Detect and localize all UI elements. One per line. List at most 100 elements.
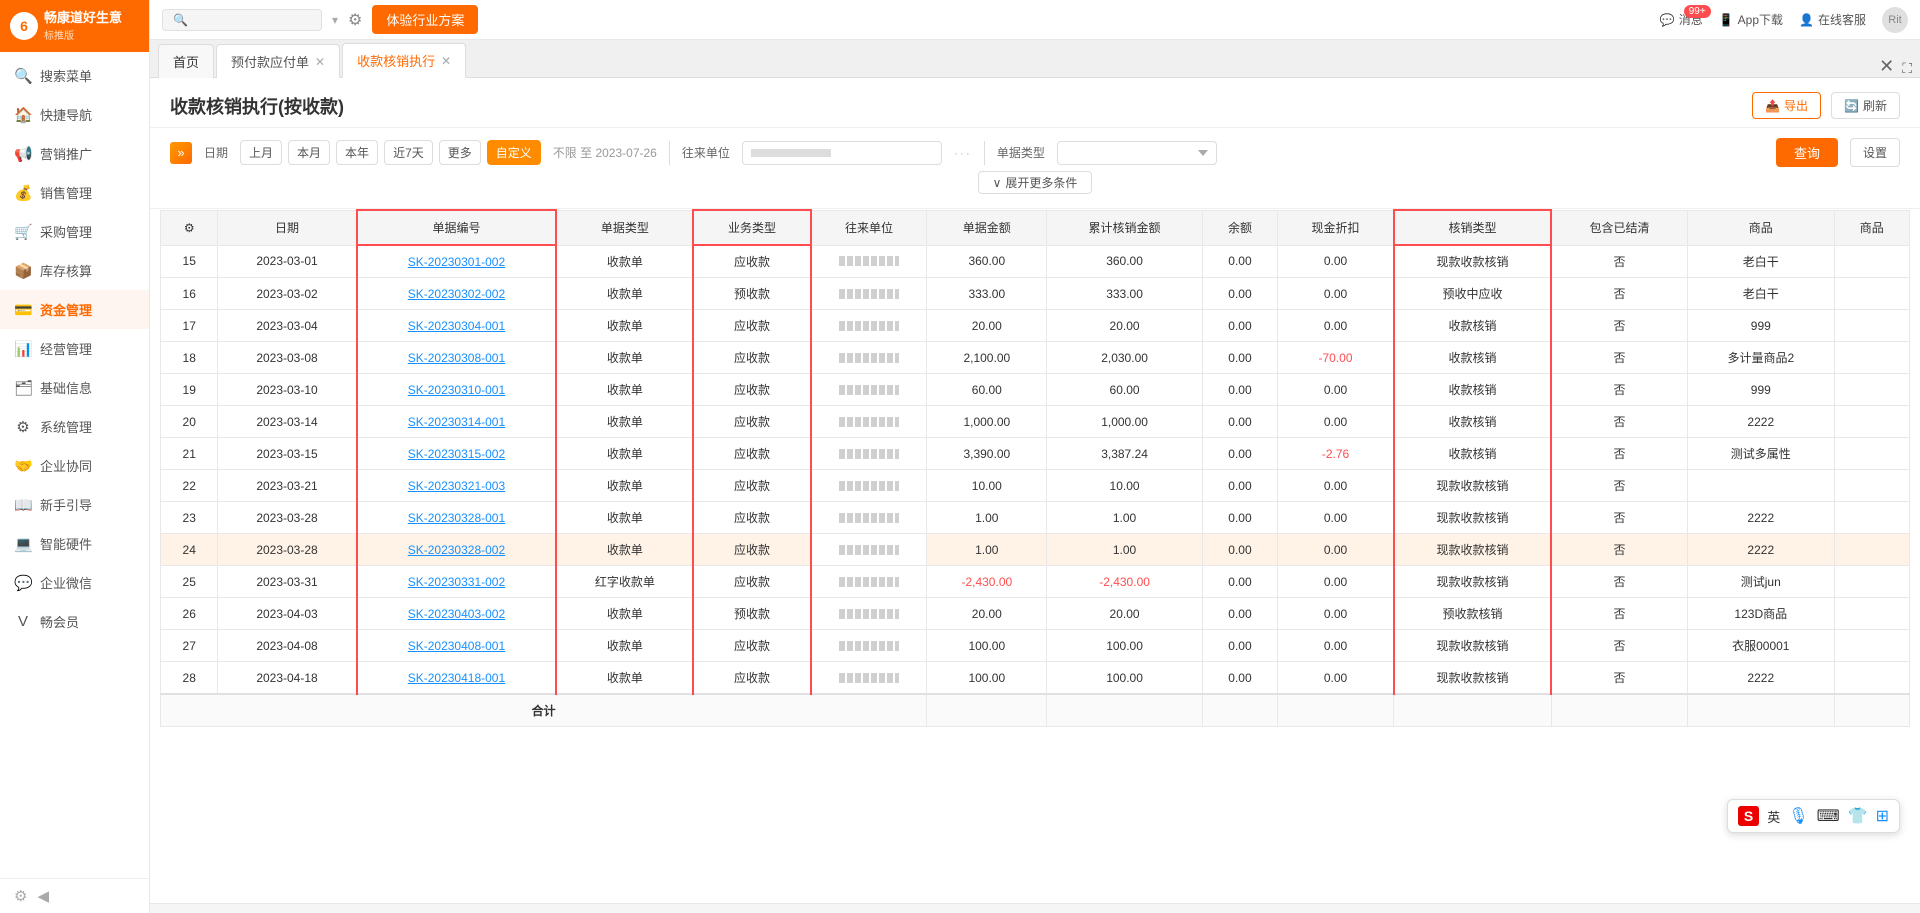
query-button[interactable]: 查询 xyxy=(1776,138,1838,167)
sidebar-item-finance[interactable]: 💳资金管理 xyxy=(0,290,149,329)
cell-voucher-no[interactable]: SK-20230310-001 xyxy=(357,374,557,406)
refresh-button[interactable]: 🔄 刷新 xyxy=(1831,92,1900,119)
sidebar-item-hardware[interactable]: 💻智能硬件 xyxy=(0,524,149,563)
sidebar-item-inventory[interactable]: 📦库存核算 xyxy=(0,251,149,290)
table-horizontal-scrollbar[interactable] xyxy=(150,903,1920,913)
cell-amount: 2,100.00 xyxy=(927,342,1047,374)
cell-voucher-no[interactable]: SK-20230304-001 xyxy=(357,310,557,342)
sidebar-item-system[interactable]: ⚙系统管理 xyxy=(0,407,149,446)
tab-prepay[interactable]: 预付款应付单 ✕ xyxy=(216,44,340,78)
cell-write-off: 2,030.00 xyxy=(1047,342,1203,374)
filter-expand-arrow[interactable]: » xyxy=(170,142,192,164)
date-more[interactable]: 更多 xyxy=(439,140,481,165)
sidebar-item-operation[interactable]: 📊经营管理 xyxy=(0,329,149,368)
voucher-link[interactable]: SK-20230418-001 xyxy=(408,671,505,685)
date-this-year[interactable]: 本年 xyxy=(336,140,378,165)
sidebar-item-cooperation[interactable]: 🤝企业协同 xyxy=(0,446,149,485)
date-custom[interactable]: 自定义 xyxy=(487,140,541,165)
voucher-link[interactable]: SK-20230314-001 xyxy=(408,415,505,429)
cell-voucher-no[interactable]: SK-20230328-002 xyxy=(357,534,557,566)
sidebar-item-marketing[interactable]: 📢营销推广 xyxy=(0,134,149,173)
voucher-link[interactable]: SK-20230328-002 xyxy=(408,543,505,557)
date-last-month[interactable]: 上月 xyxy=(240,140,282,165)
topbar-right-area: 💬 消息 99+ 📱 App下载 👤 在线客服 Rit xyxy=(1660,7,1908,33)
message-button[interactable]: 💬 消息 99+ xyxy=(1660,11,1703,28)
expand-more-button[interactable]: ∨ 展开更多条件 xyxy=(978,171,1093,194)
cell-voucher-no[interactable]: SK-20230315-002 xyxy=(357,438,557,470)
dropdown-chevron-icon[interactable]: ▾ xyxy=(332,13,338,27)
date-7days[interactable]: 近7天 xyxy=(384,140,433,165)
cell-voucher-no[interactable]: SK-20230301-002 xyxy=(357,245,557,278)
window-close-button[interactable]: ✕ xyxy=(1879,56,1894,77)
cell-voucher-no[interactable]: SK-20230302-002 xyxy=(357,278,557,310)
cell-voucher-no[interactable]: SK-20230314-001 xyxy=(357,406,557,438)
watermark-text-ying[interactable]: 英 xyxy=(1767,807,1780,826)
voucher-link[interactable]: SK-20230331-002 xyxy=(408,575,505,589)
tab-close-receipt[interactable]: ✕ xyxy=(441,54,451,68)
user-avatar[interactable]: Rit xyxy=(1882,7,1908,33)
sidebar-item-guide[interactable]: 📖新手引导 xyxy=(0,485,149,524)
sidebar-item-purchase[interactable]: 🛒采购管理 xyxy=(0,212,149,251)
cell-discount: -2.76 xyxy=(1278,438,1394,470)
sidebar-item-sales[interactable]: 💰销售管理 xyxy=(0,173,149,212)
table-body: 152023-03-01SK-20230301-002收款单应收款360.003… xyxy=(161,245,1910,694)
voucher-type-label: 单据类型 xyxy=(997,144,1045,161)
voucher-link[interactable]: SK-20230310-001 xyxy=(408,383,505,397)
voucher-link[interactable]: SK-20230315-002 xyxy=(408,447,505,461)
export-button[interactable]: 📤 导出 xyxy=(1752,92,1821,119)
topbar-search-box[interactable]: 🔍 xyxy=(162,9,322,31)
voucher-type-select[interactable] xyxy=(1057,141,1217,165)
filter-settings-button[interactable]: 设置 xyxy=(1850,138,1900,167)
tab-close-prepay[interactable]: ✕ xyxy=(315,55,325,69)
online-service-button[interactable]: 👤 在线客服 xyxy=(1799,11,1866,28)
sidebar-item-wechat[interactable]: 💬企业微信 xyxy=(0,563,149,602)
voucher-link[interactable]: SK-20230408-001 xyxy=(408,639,505,653)
voucher-link[interactable]: SK-20230308-001 xyxy=(408,351,505,365)
cell-counterpart xyxy=(811,534,927,566)
cell-write-off-type: 收款核销 xyxy=(1394,406,1551,438)
cell-balance: 0.00 xyxy=(1202,342,1277,374)
sidebar-item-basic[interactable]: 🗂基础信息 xyxy=(0,368,149,407)
cell-balance: 0.00 xyxy=(1202,374,1277,406)
cell-voucher-no[interactable]: SK-20230408-001 xyxy=(357,630,557,662)
sidebar-item-search[interactable]: 🔍搜索菜单 xyxy=(0,56,149,95)
industry-solution-button[interactable]: 体验行业方案 xyxy=(372,5,478,34)
cell-seq: 16 xyxy=(161,278,218,310)
shirt-icon[interactable]: 👕 xyxy=(1848,806,1868,826)
cell-voucher-no[interactable]: SK-20230418-001 xyxy=(357,662,557,695)
app-download-button[interactable]: 📱 App下载 xyxy=(1719,11,1783,28)
cell-seq: 25 xyxy=(161,566,218,598)
settings-bottom-icon[interactable]: ⚙ xyxy=(14,887,27,905)
voucher-link[interactable]: SK-20230302-002 xyxy=(408,287,505,301)
cell-voucher-no[interactable]: SK-20230328-001 xyxy=(357,502,557,534)
date-this-month[interactable]: 本月 xyxy=(288,140,330,165)
voucher-link[interactable]: SK-20230304-001 xyxy=(408,319,505,333)
sidebar-item-member[interactable]: V畅会员 xyxy=(0,602,149,641)
cell-seq: 17 xyxy=(161,310,218,342)
gear-icon[interactable]: ⚙ xyxy=(348,10,362,30)
voucher-link[interactable]: SK-20230301-002 xyxy=(408,255,505,269)
mic-icon[interactable]: 🎙 xyxy=(1788,806,1808,826)
summary-label: 合计 xyxy=(161,694,927,727)
cell-voucher-type: 收款单 xyxy=(556,310,693,342)
keyboard-icon[interactable]: ⌨ xyxy=(1817,806,1840,826)
sidebar-label-basic: 基础信息 xyxy=(40,378,92,397)
cell-voucher-no[interactable]: SK-20230321-003 xyxy=(357,470,557,502)
sidebar-item-quicknav[interactable]: 🏠快捷导航 xyxy=(0,95,149,134)
tab-receipt-writeoff[interactable]: 收款核销执行 ✕ xyxy=(342,43,466,78)
cell-voucher-no[interactable]: SK-20230308-001 xyxy=(357,342,557,374)
collapse-icon[interactable]: ◀ xyxy=(37,887,49,905)
cell-voucher-no[interactable]: SK-20230403-002 xyxy=(357,598,557,630)
col-header-write-off-type: 核销类型 xyxy=(1394,210,1551,245)
voucher-link[interactable]: SK-20230403-002 xyxy=(408,607,505,621)
voucher-link[interactable]: SK-20230321-003 xyxy=(408,479,505,493)
cell-voucher-no[interactable]: SK-20230331-002 xyxy=(357,566,557,598)
cell-date: 2023-04-08 xyxy=(218,630,357,662)
cell-write-off-type: 现款收款核销 xyxy=(1394,534,1551,566)
counterpart-input[interactable] xyxy=(742,141,942,165)
grid-icon[interactable]: ⊞ xyxy=(1876,806,1889,826)
voucher-link[interactable]: SK-20230328-001 xyxy=(408,511,505,525)
tab-home[interactable]: 首页 xyxy=(158,44,214,78)
message-icon: 💬 xyxy=(1660,13,1675,27)
window-maximize-button[interactable]: ⛶ xyxy=(1902,60,1912,77)
